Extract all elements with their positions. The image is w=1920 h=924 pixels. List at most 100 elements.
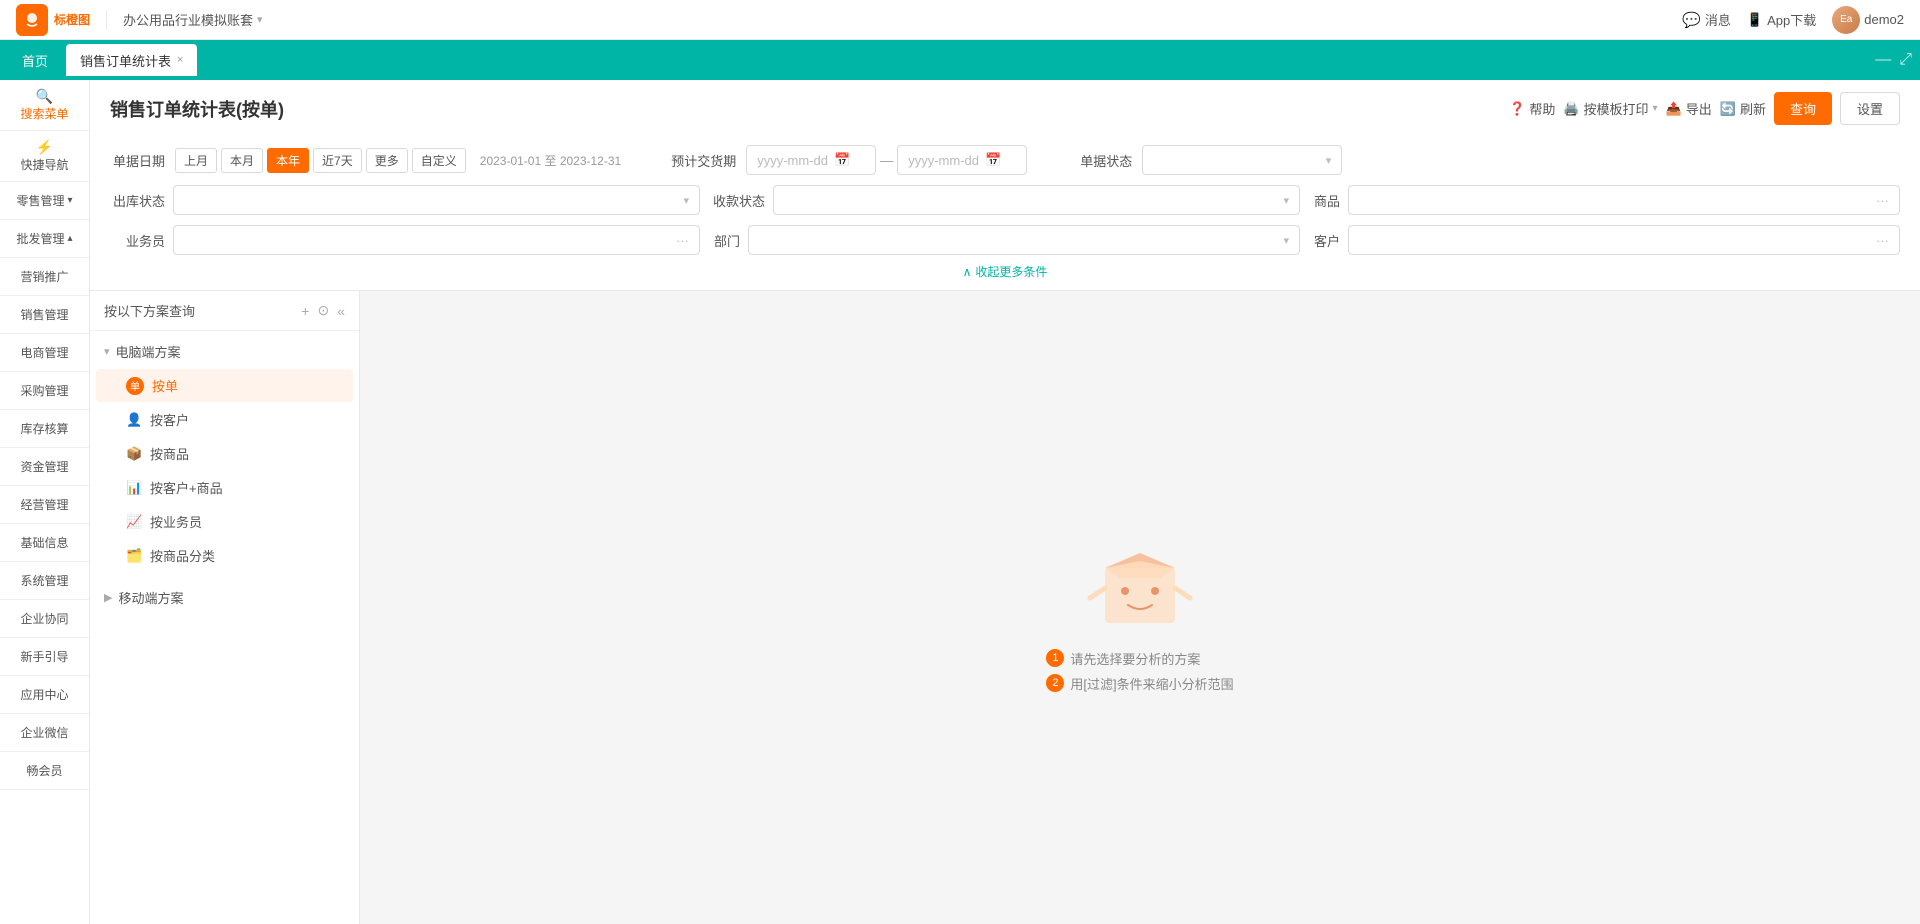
sidebar-ecommerce-label: 电商管理 [20, 346, 68, 360]
top-bar: 标橙图 办公用品行业模拟账套 ▾ 💬 消息 📱 App下载 Ea demo2 [0, 0, 1920, 40]
payment-select[interactable]: ▾ [773, 185, 1300, 215]
sidebar-item-ecommerce[interactable]: 电商管理 [0, 334, 89, 372]
scheme-item-label: 按商品分类 [150, 546, 215, 565]
scheme-group-mobile-header[interactable]: ▶ 移动端方案 [90, 581, 359, 614]
page-header: 销售订单统计表(按单) ❓ 帮助 🖨️ 按模板打印 ▾ 📤 导出 [90, 80, 1920, 133]
sidebar-item-retail[interactable]: 零售管理 ▾ [0, 182, 89, 220]
last7days-btn[interactable]: 近7天 [313, 148, 362, 173]
settings-btn[interactable]: 设置 [1840, 92, 1900, 125]
refresh-icon: 🔄 [1720, 101, 1736, 117]
sidebar-item-basic[interactable]: 基础信息 [0, 524, 89, 562]
sidebar-system-label: 系统管理 [20, 574, 68, 588]
shipment-select[interactable]: ▾ [173, 185, 700, 215]
scheme-item-by-product[interactable]: 📦 按商品 [96, 437, 353, 470]
logo-area: 标橙图 [16, 4, 90, 36]
scheme-group-mobile: ▶ 移动端方案 [90, 577, 359, 618]
scheme-item-label: 按客户+商品 [150, 478, 223, 497]
date-placeholder-1: yyyy-mm-dd [757, 153, 828, 168]
sidebar-item-finance[interactable]: 资金管理 [0, 448, 89, 486]
empty-state: 1 请先选择要分析的方案 2 用[过滤]条件来缩小分析范围 [1046, 523, 1233, 693]
scheme-edit-btn[interactable]: ⊙ [317, 302, 329, 319]
message-btn[interactable]: 💬 消息 [1682, 10, 1731, 29]
scheme-item-by-order[interactable]: 单 按单 [96, 369, 353, 402]
salesperson-select[interactable]: ··· [173, 225, 700, 255]
scheme-item-by-salesperson[interactable]: 📈 按业务员 [96, 505, 353, 538]
sidebar-item-wechat[interactable]: 企业微信 [0, 714, 89, 752]
last-month-btn[interactable]: 上月 [175, 148, 217, 173]
scheme-item-by-customer-product[interactable]: 📊 按客户+商品 [96, 471, 353, 504]
shipment-chevron-icon: ▾ [683, 194, 689, 207]
sidebar-item-purchase[interactable]: 采购管理 [0, 372, 89, 410]
tab-maximize-icon[interactable]: ⤢ [1899, 51, 1912, 69]
customer-dots-icon[interactable]: ··· [1876, 233, 1889, 248]
sidebar-search[interactable]: 🔍 搜索菜单 [0, 80, 89, 131]
sidebar-nav-shortcuts[interactable]: ⚡ 快捷导航 [0, 131, 89, 182]
sidebar-item-wholesale[interactable]: 批发管理 ▴ [0, 220, 89, 258]
sidebar-item-apps[interactable]: 应用中心 [0, 676, 89, 714]
sidebar-item-corp[interactable]: 企业协同 [0, 600, 89, 638]
scheme-group-pc: ▾ 电脑端方案 单 按单 👤 按客户 📦 按商品 [90, 331, 359, 577]
hint-1-text: 请先选择要分析的方案 [1070, 649, 1200, 668]
scheme-add-btn[interactable]: + [301, 303, 309, 319]
sidebar-item-marketing[interactable]: 营销推广 [0, 258, 89, 296]
chevron-down-icon: ▾ [257, 13, 263, 26]
filter-row-3: 业务员 ··· 部门 ▾ 客户 [110, 225, 1900, 255]
scheme-item-by-category[interactable]: 🗂️ 按商品分类 [96, 539, 353, 572]
expected-date-start[interactable]: yyyy-mm-dd 📅 [746, 145, 876, 175]
customer-filter: 客户 ··· [1310, 225, 1900, 255]
app-selector[interactable]: 办公用品行业模拟账套 ▾ [123, 10, 263, 29]
empty-hints: 1 请先选择要分析的方案 2 用[过滤]条件来缩小分析范围 [1046, 649, 1233, 693]
scheme-group-pc-header[interactable]: ▾ 电脑端方案 [90, 335, 359, 368]
shipment-filter: 出库状态 ▾ [110, 185, 700, 215]
app-download-btn[interactable]: 📱 App下载 [1747, 10, 1816, 29]
date-label: 单据日期 [110, 151, 165, 170]
help-label: 帮助 [1529, 99, 1555, 118]
calendar-icon-1[interactable]: 📅 [834, 152, 850, 168]
sidebar-item-operations[interactable]: 经营管理 [0, 486, 89, 524]
more-btn[interactable]: 更多 [366, 148, 408, 173]
salesperson-label: 业务员 [110, 231, 165, 250]
tab-home[interactable]: 首页 [8, 44, 62, 76]
department-select[interactable]: ▾ [748, 225, 1300, 255]
sidebar-item-member[interactable]: 畅会员 [0, 752, 89, 790]
scheme-salesperson-icon: 📈 [126, 514, 142, 530]
sidebar-item-inventory[interactable]: 库存核算 [0, 410, 89, 448]
calendar-icon-2[interactable]: 📅 [985, 152, 1001, 168]
status-select[interactable]: ▾ [1142, 145, 1342, 175]
sidebar-item-system[interactable]: 系统管理 [0, 562, 89, 600]
this-year-btn[interactable]: 本年 [267, 148, 309, 173]
tab-close-icon[interactable]: × [177, 54, 183, 66]
refresh-btn[interactable]: 🔄 刷新 [1720, 92, 1766, 125]
tab-sales-order[interactable]: 销售订单统计表 × [66, 44, 197, 76]
empty-hint-2: 2 用[过滤]条件来缩小分析范围 [1046, 674, 1233, 693]
refresh-label: 刷新 [1740, 99, 1766, 118]
export-btn[interactable]: 📤 导出 [1666, 92, 1712, 125]
avatar: Ea [1832, 6, 1860, 34]
expected-date-end[interactable]: yyyy-mm-dd 📅 [897, 145, 1027, 175]
collapse-btn[interactable]: ∧ 收起更多条件 [963, 263, 1048, 280]
custom-btn[interactable]: 自定义 [412, 148, 466, 173]
status-chevron-icon: ▾ [1326, 154, 1332, 167]
product-select[interactable]: ··· [1348, 185, 1900, 215]
scheme-item-by-customer[interactable]: 👤 按客户 [96, 403, 353, 436]
sidebar-retail-label: 零售管理 [16, 192, 64, 209]
customer-select[interactable]: ··· [1348, 225, 1900, 255]
product-dots-icon[interactable]: ··· [1876, 193, 1889, 208]
query-btn[interactable]: 查询 [1774, 92, 1832, 125]
salesperson-dots-icon[interactable]: ··· [676, 233, 689, 248]
sidebar-item-newbie[interactable]: 新手引导 [0, 638, 89, 676]
user-area[interactable]: Ea demo2 [1832, 6, 1904, 34]
department-chevron-icon: ▾ [1283, 234, 1289, 247]
main-layout: 🔍 搜索菜单 ⚡ 快捷导航 零售管理 ▾ 批发管理 ▴ 营销推广 销售管理 电商… [0, 80, 1920, 924]
username-label: demo2 [1864, 12, 1904, 27]
tab-sales-label: 销售订单统计表 [80, 51, 171, 70]
help-btn[interactable]: ❓ 帮助 [1509, 92, 1555, 125]
tab-minimize-icon[interactable]: — [1875, 51, 1891, 69]
print-btn[interactable]: 🖨️ 按模板打印 ▾ [1563, 92, 1657, 125]
logo-text: 标橙图 [54, 11, 90, 28]
sidebar-item-sales[interactable]: 销售管理 [0, 296, 89, 334]
scheme-group-mobile-arrow-icon: ▶ [104, 591, 112, 604]
this-month-btn[interactable]: 本月 [221, 148, 263, 173]
scheme-collapse-btn[interactable]: « [337, 303, 345, 319]
data-area: 1 请先选择要分析的方案 2 用[过滤]条件来缩小分析范围 [360, 291, 1920, 924]
